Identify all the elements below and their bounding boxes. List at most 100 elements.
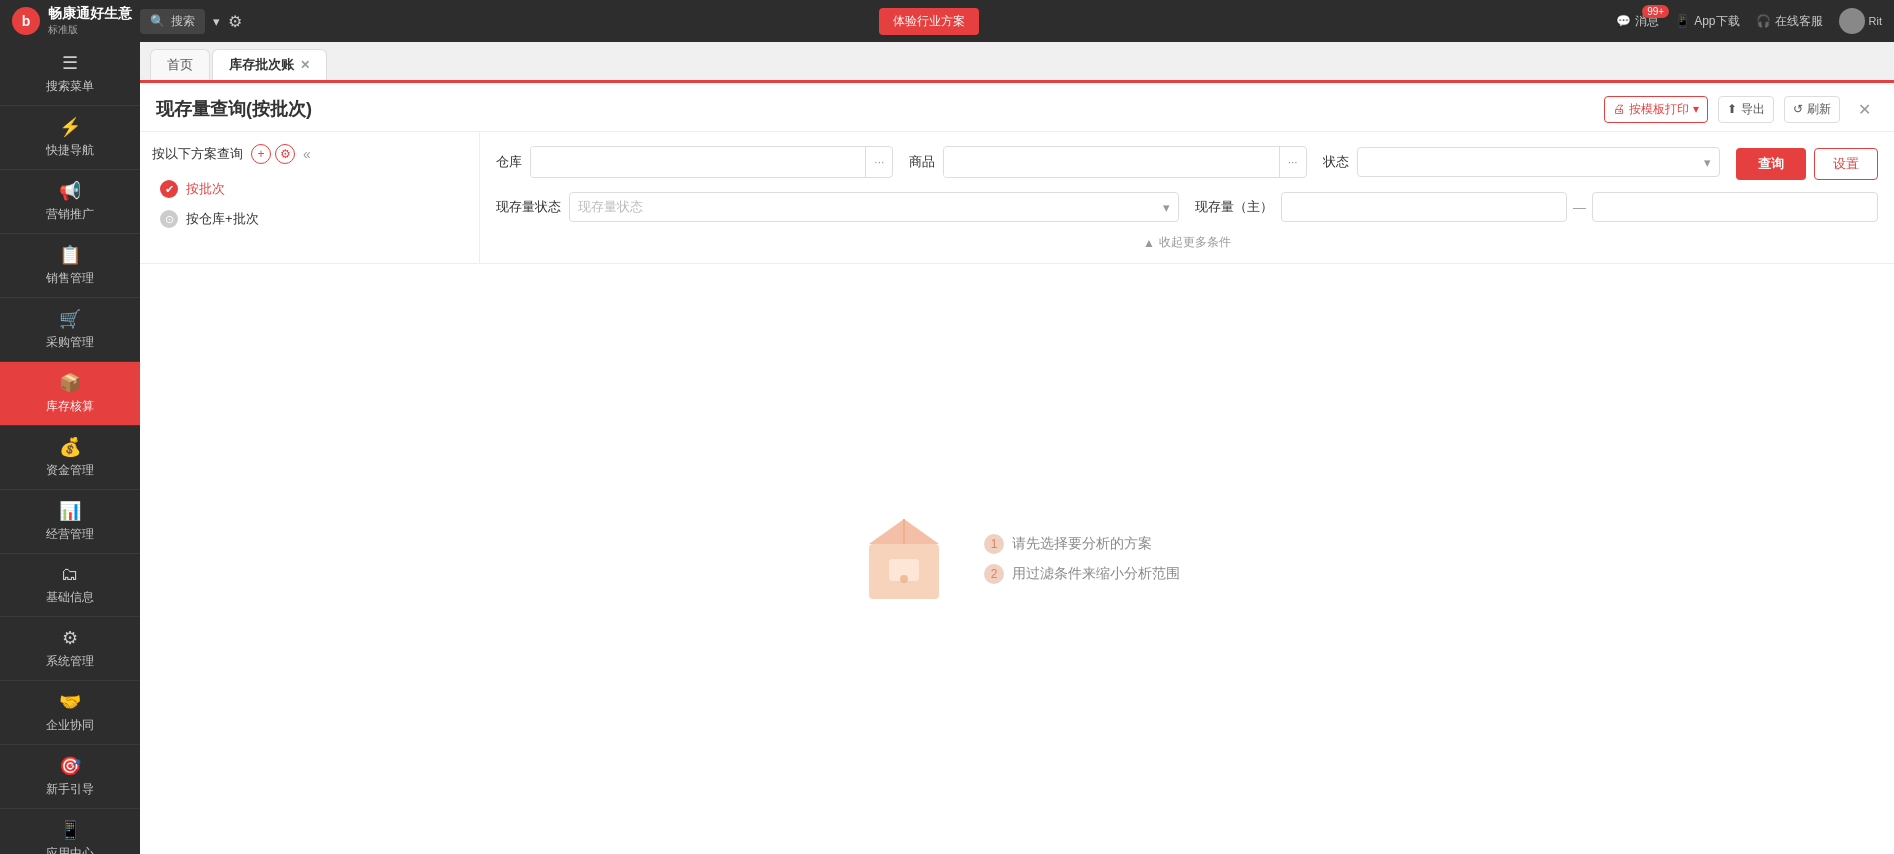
search-placeholder: 搜索 bbox=[171, 13, 195, 30]
warehouse-label: 仓库 bbox=[496, 153, 522, 171]
collapse-arrow-icon: ▲ bbox=[1143, 236, 1155, 250]
sidebar-item-inventory[interactable]: 📦 库存核算 bbox=[0, 362, 140, 426]
search-icon: 🔍 bbox=[150, 14, 165, 28]
filter-row-1: 仓库 ··· 商品 ··· bbox=[496, 144, 1878, 180]
topbar-center: 体验行业方案 bbox=[879, 8, 979, 35]
sidebar-item-finance[interactable]: 💰 资金管理 bbox=[0, 426, 140, 490]
stock-qty-to-input[interactable] bbox=[1592, 192, 1878, 222]
filter-field-product: 商品 ··· bbox=[909, 146, 1306, 178]
tab-close-icon[interactable]: ✕ bbox=[300, 58, 310, 72]
sidebar-item-enterprise[interactable]: 🤝 企业协同 bbox=[0, 681, 140, 745]
sidebar-item-apps[interactable]: 📱 应用中心 bbox=[0, 809, 140, 854]
sidebar-item-label-finance: 资金管理 bbox=[46, 462, 94, 479]
user-avatar-btn[interactable]: Rit bbox=[1839, 8, 1882, 34]
empty-step1: 1 请先选择要分析的方案 bbox=[984, 534, 1180, 554]
sidebar-item-system[interactable]: ⚙ 系统管理 bbox=[0, 617, 140, 681]
filter-scheme-title: 按以下方案查询 + ⚙ « bbox=[152, 144, 467, 164]
quick-nav-icon: ⚡ bbox=[59, 116, 81, 138]
page-header: 现存量查询(按批次) 🖨 按模板打印 ▾ ⬆ 导出 ↺ 刷新 bbox=[140, 83, 1894, 132]
message-btn[interactable]: 💬 消息 99+ bbox=[1616, 13, 1659, 30]
online-service-label: 在线客服 bbox=[1775, 13, 1823, 30]
print-btn[interactable]: 🖨 按模板打印 ▾ bbox=[1604, 96, 1708, 123]
sidebar-item-quick-nav[interactable]: ⚡ 快捷导航 bbox=[0, 106, 140, 170]
sidebar-item-label-search: 搜索菜单 bbox=[46, 78, 94, 95]
filter-panel: 按以下方案查询 + ⚙ « ✔ 按批次 ⊙ 按仓库+批次 bbox=[140, 132, 1894, 264]
collapse-more-btn[interactable]: ▲ 收起更多条件 bbox=[496, 234, 1878, 251]
product-more-btn[interactable]: ··· bbox=[1279, 147, 1306, 177]
refresh-btn[interactable]: ↺ 刷新 bbox=[1784, 96, 1840, 123]
home-tab-label: 首页 bbox=[167, 56, 193, 74]
scheme-option-warehouse-batch[interactable]: ⊙ 按仓库+批次 bbox=[152, 204, 467, 234]
app-download-btn[interactable]: 📱 App下载 bbox=[1675, 13, 1739, 30]
sidebar-item-label-quick-nav: 快捷导航 bbox=[46, 142, 94, 159]
empty-step2: 2 用过滤条件来缩小分析范围 bbox=[984, 564, 1180, 584]
query-btn[interactable]: 查询 bbox=[1736, 148, 1806, 180]
purchase-icon: 🛒 bbox=[59, 308, 81, 330]
print-icon: 🖨 bbox=[1613, 102, 1625, 116]
tab-inventory-batch[interactable]: 库存批次账 ✕ bbox=[212, 49, 327, 80]
tab-home[interactable]: 首页 bbox=[150, 49, 210, 80]
refresh-label: 刷新 bbox=[1807, 101, 1831, 118]
stock-status-select[interactable]: 现存量状态 ▾ bbox=[569, 192, 1179, 222]
print-dropdown-icon[interactable]: ▾ bbox=[1693, 102, 1699, 116]
page-header-actions: 🖨 按模板打印 ▾ ⬆ 导出 ↺ 刷新 ✕ bbox=[1604, 95, 1878, 123]
step1-num: 1 bbox=[984, 534, 1004, 554]
avatar bbox=[1839, 8, 1865, 34]
topbar-search[interactable]: 🔍 搜索 bbox=[140, 9, 205, 34]
status-select[interactable]: ▾ bbox=[1357, 147, 1720, 177]
sidebar-item-search[interactable]: ☰ 搜索菜单 bbox=[0, 42, 140, 106]
tabbar: 首页 库存批次账 ✕ bbox=[140, 42, 1894, 80]
print-label: 按模板打印 bbox=[1629, 101, 1689, 118]
scheme-collapse-btn[interactable]: « bbox=[303, 146, 311, 162]
enterprise-icon: 🤝 bbox=[59, 691, 81, 713]
sidebar-item-operations[interactable]: 📊 经营管理 bbox=[0, 490, 140, 554]
product-input[interactable] bbox=[944, 147, 1278, 177]
page-title: 现存量查询(按批次) bbox=[156, 97, 312, 121]
basics-icon: 🗂 bbox=[61, 564, 79, 585]
filter-field-warehouse: 仓库 ··· bbox=[496, 146, 893, 178]
app-download-icon: 📱 bbox=[1675, 14, 1690, 28]
sidebar-item-label-system: 系统管理 bbox=[46, 653, 94, 670]
dropdown-icon[interactable]: ▾ bbox=[213, 14, 220, 29]
filter-field-stock-qty: 现存量（主） — bbox=[1195, 192, 1878, 222]
inventory-batch-tab-label: 库存批次账 bbox=[229, 56, 294, 74]
step1-text: 请先选择要分析的方案 bbox=[1012, 535, 1152, 553]
range-dash: — bbox=[1573, 200, 1586, 215]
warehouse-input[interactable] bbox=[531, 147, 865, 177]
settings-icon[interactable]: ⚙ bbox=[228, 12, 242, 31]
sidebar-item-label-newbie: 新手引导 bbox=[46, 781, 94, 798]
operations-icon: 📊 bbox=[59, 500, 81, 522]
page-close-btn[interactable]: ✕ bbox=[1850, 95, 1878, 123]
filter-actions: 查询 设置 bbox=[1736, 148, 1878, 180]
scheme-title-label: 按以下方案查询 bbox=[152, 145, 243, 163]
topbar-left: b 畅康通好生意 标准版 🔍 搜索 ▾ ⚙ bbox=[12, 5, 242, 37]
apps-icon: 📱 bbox=[59, 819, 81, 841]
settings-btn[interactable]: 设置 bbox=[1814, 148, 1878, 180]
scheme-option-batch[interactable]: ✔ 按批次 bbox=[152, 174, 467, 204]
export-icon: ⬆ bbox=[1727, 102, 1737, 116]
sidebar-item-purchase[interactable]: 🛒 采购管理 bbox=[0, 298, 140, 362]
step2-num: 2 bbox=[984, 564, 1004, 584]
scheme-settings-btn[interactable]: ⚙ bbox=[275, 144, 295, 164]
step2-text: 用过滤条件来缩小分析范围 bbox=[1012, 565, 1180, 583]
filter-right: 仓库 ··· 商品 ··· bbox=[480, 132, 1894, 263]
filter-left: 按以下方案查询 + ⚙ « ✔ 按批次 ⊙ 按仓库+批次 bbox=[140, 132, 480, 263]
experience-btn[interactable]: 体验行业方案 bbox=[879, 8, 979, 35]
online-service-btn[interactable]: 🎧 在线客服 bbox=[1756, 13, 1823, 30]
sidebar-item-sales[interactable]: 📋 销售管理 bbox=[0, 234, 140, 298]
stock-status-placeholder: 现存量状态 bbox=[578, 198, 643, 216]
brand-name: 畅康通好生意 bbox=[48, 5, 132, 23]
newbie-icon: 🎯 bbox=[59, 755, 81, 777]
app-brand: 畅康通好生意 标准版 bbox=[48, 5, 132, 37]
sidebar-item-marketing[interactable]: 📢 营销推广 bbox=[0, 170, 140, 234]
marketing-icon: 📢 bbox=[59, 180, 81, 202]
empty-icon bbox=[854, 509, 954, 609]
sidebar-item-basics[interactable]: 🗂 基础信息 bbox=[0, 554, 140, 617]
add-scheme-btn[interactable]: + bbox=[251, 144, 271, 164]
sidebar-item-newbie[interactable]: 🎯 新手引导 bbox=[0, 745, 140, 809]
stock-qty-from-input[interactable] bbox=[1281, 192, 1567, 222]
warehouse-more-btn[interactable]: ··· bbox=[865, 147, 892, 177]
export-btn[interactable]: ⬆ 导出 bbox=[1718, 96, 1774, 123]
app-download-label: App下载 bbox=[1694, 13, 1739, 30]
warehouse-input-container: ··· bbox=[530, 146, 893, 178]
